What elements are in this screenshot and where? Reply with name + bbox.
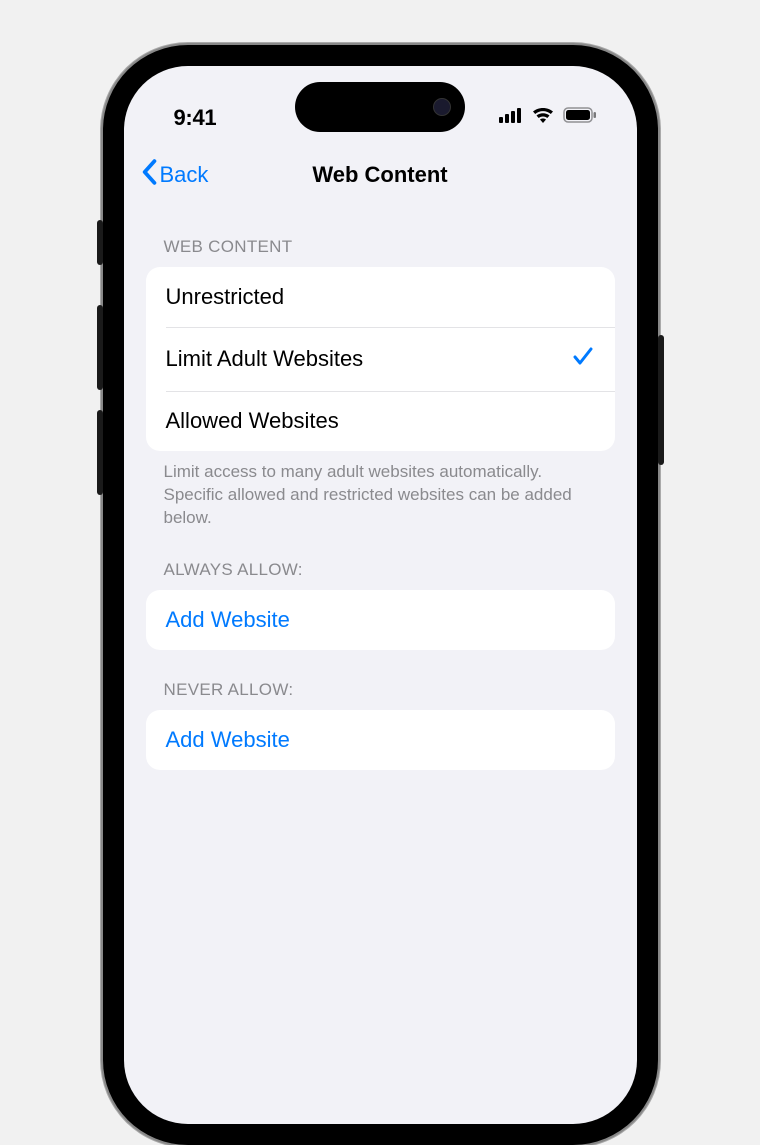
navigation-bar: Back Web Content	[124, 141, 637, 205]
back-label: Back	[160, 162, 209, 188]
phone-frame: 9:41	[103, 45, 658, 1145]
option-allowed-only[interactable]: Allowed Websites	[146, 391, 615, 451]
phone-bezel: 9:41	[112, 54, 649, 1136]
cellular-icon	[499, 107, 523, 128]
add-website-label: Add Website	[166, 607, 290, 633]
never-allow-list: Add Website	[146, 710, 615, 770]
battery-icon	[563, 107, 597, 128]
option-label: Unrestricted	[166, 284, 285, 310]
front-camera	[433, 98, 451, 116]
option-limit-adult[interactable]: Limit Adult Websites	[146, 327, 615, 391]
add-website-label: Add Website	[166, 727, 290, 753]
option-label: Limit Adult Websites	[166, 346, 364, 372]
section-header-web-content: WEB CONTENT	[146, 205, 615, 267]
add-website-always-allow[interactable]: Add Website	[146, 590, 615, 650]
page-title: Web Content	[312, 162, 447, 188]
section-header-never-allow: NEVER ALLOW:	[146, 650, 615, 710]
volume-down-button	[97, 410, 103, 495]
option-unrestricted[interactable]: Unrestricted	[146, 267, 615, 327]
web-content-options: Unrestricted Limit Adult Websites Allowe…	[146, 267, 615, 451]
checkmark-icon	[571, 344, 595, 374]
status-time: 9:41	[174, 105, 217, 131]
add-website-never-allow[interactable]: Add Website	[146, 710, 615, 770]
option-label: Allowed Websites	[166, 408, 339, 434]
dynamic-island	[295, 82, 465, 132]
always-allow-list: Add Website	[146, 590, 615, 650]
screen: 9:41	[124, 66, 637, 1124]
status-icons	[499, 106, 597, 129]
section-header-always-allow: ALWAYS ALLOW:	[146, 530, 615, 590]
mute-switch	[97, 220, 103, 265]
content-area: WEB CONTENT Unrestricted Limit Adult Web…	[124, 205, 637, 770]
wifi-icon	[531, 106, 555, 129]
chevron-left-icon	[140, 159, 158, 191]
power-button	[658, 335, 664, 465]
section-footer-web-content: Limit access to many adult websites auto…	[146, 451, 615, 530]
volume-up-button	[97, 305, 103, 390]
back-button[interactable]: Back	[140, 159, 209, 191]
